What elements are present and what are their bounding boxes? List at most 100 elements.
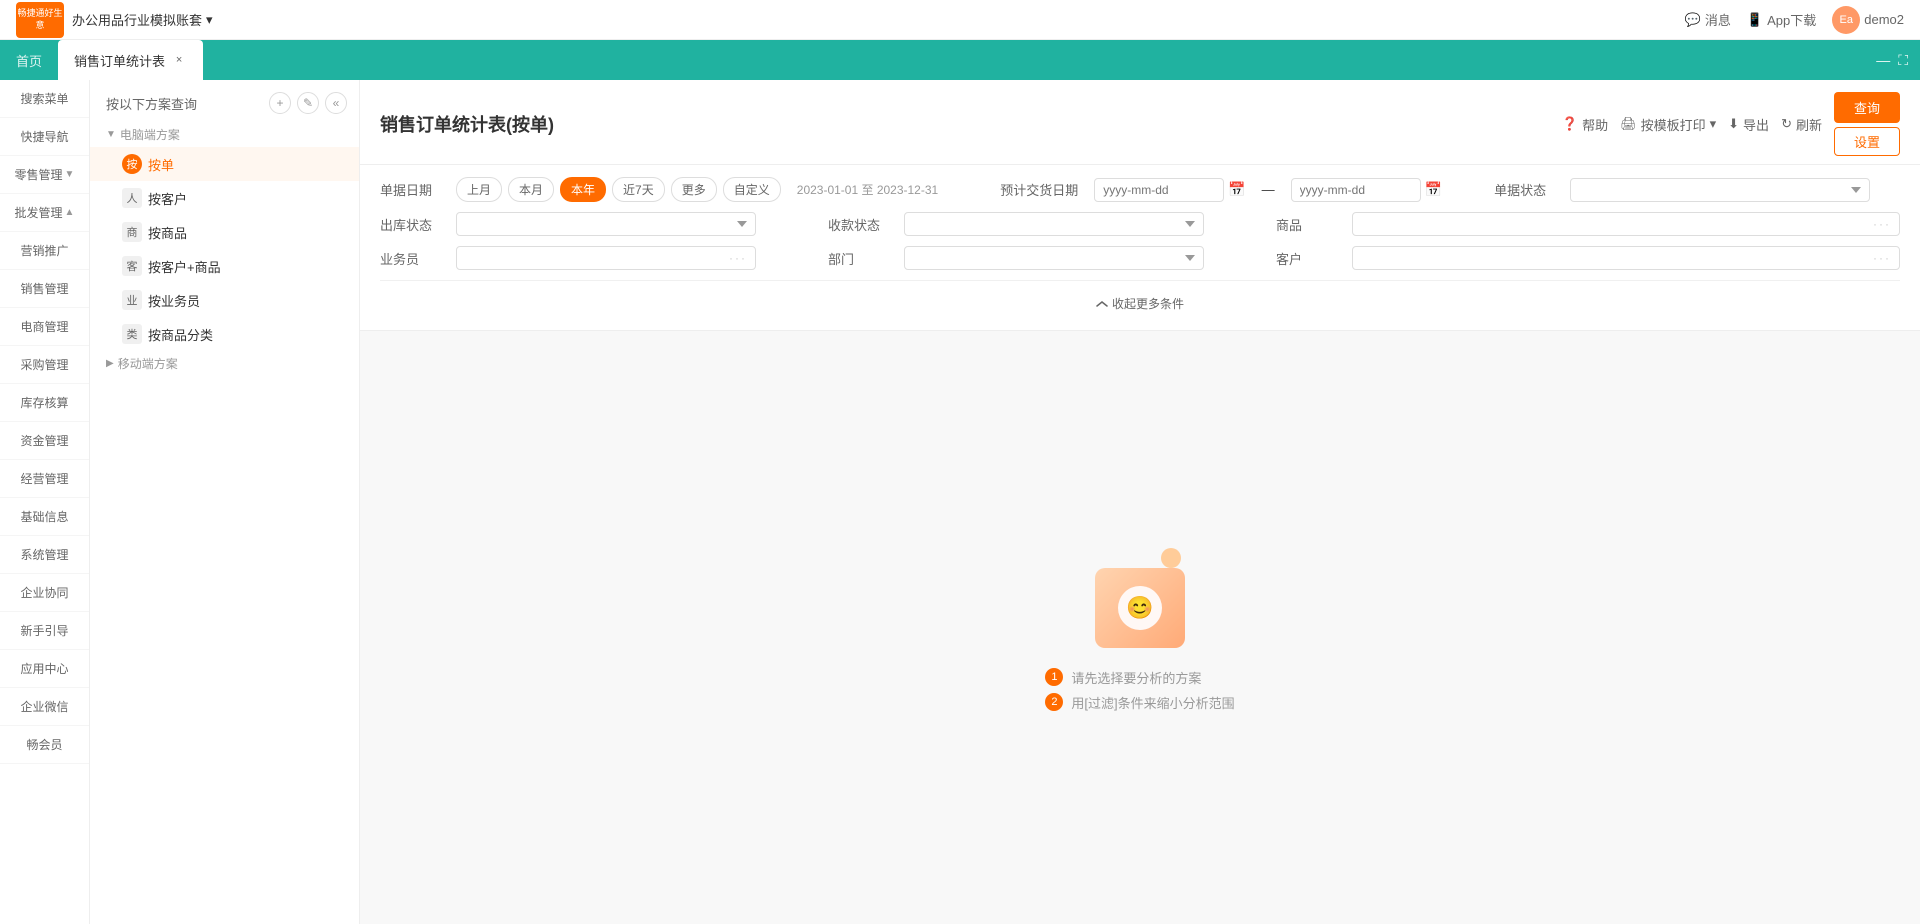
retail-arrow-icon: ▼ [65,169,75,180]
sidebar-item-retail[interactable]: 零售管理 ▼ [0,156,89,194]
filter-row-3: 业务员 ··· 部门 客户 [380,246,1900,270]
print-arrow-icon: ▾ [1710,116,1717,132]
template-print-btn[interactable]: 🖨 按模板打印 ▾ [1620,115,1716,134]
goods-label: 商品 [1276,215,1336,234]
sidebar-item-newbie[interactable]: 新手引导 [0,612,89,650]
tab-home[interactable]: 首页 [0,40,58,80]
sidebar-item-finance[interactable]: 资金管理 [0,422,89,460]
message-icon: 💬 [1685,12,1701,28]
expected-date-end-input[interactable] [1291,178,1421,202]
sidebar-item-wechat[interactable]: 企业微信 [0,688,89,726]
doc-status-select[interactable] [1570,178,1870,202]
message-btn[interactable]: 💬 消息 [1685,10,1731,29]
right-panel: 销售订单统计表(按单) ❓ 帮助 🖨 按模板打印 ▾ ⬇ 导出 [360,80,1920,924]
date-range-display: 2023-01-01 至 2023-12-31 [797,181,938,198]
date-btn-last-month[interactable]: 上月 [456,177,502,202]
sidebar-item-wholesale[interactable]: 批发管理 ▲ [0,194,89,232]
wholesale-arrow-icon: ▲ [65,207,75,218]
tree-item-by-salesperson[interactable]: 业 按业务员 [90,283,359,317]
sidebar-item-system[interactable]: 系统管理 [0,536,89,574]
settings-btn[interactable]: 设置 [1834,127,1900,156]
tabbar: 首页 销售订单统计表 × — ⛶ [0,40,1920,80]
expected-date-label: 预计交货日期 [1000,180,1078,199]
dept-select[interactable] [904,246,1204,270]
user-area[interactable]: Ea demo2 [1832,6,1904,34]
hint-num-1: 1 [1045,668,1063,686]
empty-bubble [1161,548,1181,568]
logo: 畅捷通好生意 [16,2,64,38]
empty-state: 😊 1 请先选择要分析的方案 2 用[过滤]条件来缩小分析范围 [360,331,1920,924]
tab-sales-order-stats[interactable]: 销售订单统计表 × [58,40,203,80]
calendar-start-icon[interactable]: 📅 [1228,181,1245,198]
customer-label: 客户 [1276,249,1336,268]
topbar: 畅捷通好生意 办公用品行业模拟账套 ▾ 💬 消息 📱 App下载 Ea demo… [0,0,1920,40]
collapse-btn[interactable]: 收起更多条件 [380,289,1900,318]
section-pc: ▼ 电脑端方案 [90,122,359,147]
refresh-btn[interactable]: ↻ 刷新 [1781,115,1822,134]
collapse-icon [1096,298,1108,310]
dept-label: 部门 [828,249,888,268]
tab-close-btn[interactable]: × [171,52,187,68]
export-btn[interactable]: ⬇ 导出 [1728,115,1769,134]
help-btn[interactable]: ❓ 帮助 [1562,115,1608,134]
export-icon: ⬇ [1728,116,1739,132]
empty-hints: 1 请先选择要分析的方案 2 用[过滤]条件来缩小分析范围 [1045,668,1234,718]
page-selector[interactable]: 办公用品行业模拟账套 ▾ [72,10,213,29]
content: 按以下方案查询 + ✎ « ▼ 电脑端方案 按 按单 人 按客户 商 [90,80,1920,924]
sidebar-item-inventory[interactable]: 库存核算 [0,384,89,422]
pay-status-label: 收款状态 [828,215,888,234]
page-actions: ❓ 帮助 🖨 按模板打印 ▾ ⬇ 导出 ↻ 刷新 [1562,92,1900,156]
empty-box: 😊 [1095,568,1185,648]
customer-input[interactable]: ··· [1352,246,1900,270]
date-label: 单据日期 [380,180,440,199]
tree-item-by-goods[interactable]: 商 按商品 [90,215,359,249]
app-download-btn[interactable]: 📱 App下载 [1747,10,1816,29]
date-btn-last-7-days[interactable]: 近7天 [612,177,665,202]
query-settings-group: 查询 设置 [1834,92,1900,156]
tree-item-by-customer-goods[interactable]: 客 按客户+商品 [90,249,359,283]
doc-status-select-wrapper [1570,178,1870,202]
avatar: Ea [1832,6,1860,34]
page-header: 销售订单统计表(按单) ❓ 帮助 🖨 按模板打印 ▾ ⬇ 导出 [360,80,1920,165]
sidebar-item-operation[interactable]: 经营管理 [0,460,89,498]
out-status-select[interactable] [456,212,756,236]
section-mobile: ▶ 移动端方案 [90,351,359,376]
date-btn-custom[interactable]: 自定义 [723,177,781,202]
tree-item-by-order[interactable]: 按 按单 [90,147,359,181]
add-scheme-btn[interactable]: + [269,92,291,114]
date-btn-this-year[interactable]: 本年 [560,177,606,202]
sidebar-item-appstore[interactable]: 应用中心 [0,650,89,688]
expected-date-end-group: 📅 [1291,178,1442,202]
pay-status-select[interactable] [904,212,1204,236]
tree-item-by-goods-category[interactable]: 类 按商品分类 [90,317,359,351]
salesperson-input[interactable]: ··· [456,246,756,270]
print-icon: 🖨 [1620,116,1637,132]
maximize-icon[interactable]: ⛶ [1898,52,1908,69]
sidebar-item-quick-nav[interactable]: 快捷导航 [0,118,89,156]
help-icon: ❓ [1562,116,1578,132]
doc-status-label: 单据状态 [1494,180,1554,199]
sidebar-item-sales[interactable]: 销售管理 [0,270,89,308]
out-status-label: 出库状态 [380,215,440,234]
calendar-end-icon[interactable]: 📅 [1425,181,1442,198]
date-btn-this-month[interactable]: 本月 [508,177,554,202]
tree-item-by-customer[interactable]: 人 按客户 [90,181,359,215]
download-icon: 📱 [1747,12,1763,28]
date-btn-more[interactable]: 更多 [671,177,717,202]
expected-date-start-input[interactable] [1094,178,1224,202]
hint-num-2: 2 [1045,693,1063,711]
sidebar-item-search-menu[interactable]: 搜索菜单 [0,80,89,118]
sidebar-item-member[interactable]: 畅会员 [0,726,89,764]
sidebar-item-purchase[interactable]: 采购管理 [0,346,89,384]
minimize-icon[interactable]: — [1876,52,1890,68]
collapse-panel-btn[interactable]: « [325,92,347,114]
sidebar-item-marketing[interactable]: 营销推广 [0,232,89,270]
sidebar-item-ecom[interactable]: 电商管理 [0,308,89,346]
refresh-icon: ↻ [1781,116,1792,132]
query-btn[interactable]: 查询 [1834,92,1900,123]
edit-scheme-btn[interactable]: ✎ [297,92,319,114]
date-btns: 上月 本月 本年 近7天 更多 自定义 [456,177,781,202]
sidebar-item-basic[interactable]: 基础信息 [0,498,89,536]
goods-input[interactable]: ··· [1352,212,1900,236]
sidebar-item-enterprise[interactable]: 企业协同 [0,574,89,612]
